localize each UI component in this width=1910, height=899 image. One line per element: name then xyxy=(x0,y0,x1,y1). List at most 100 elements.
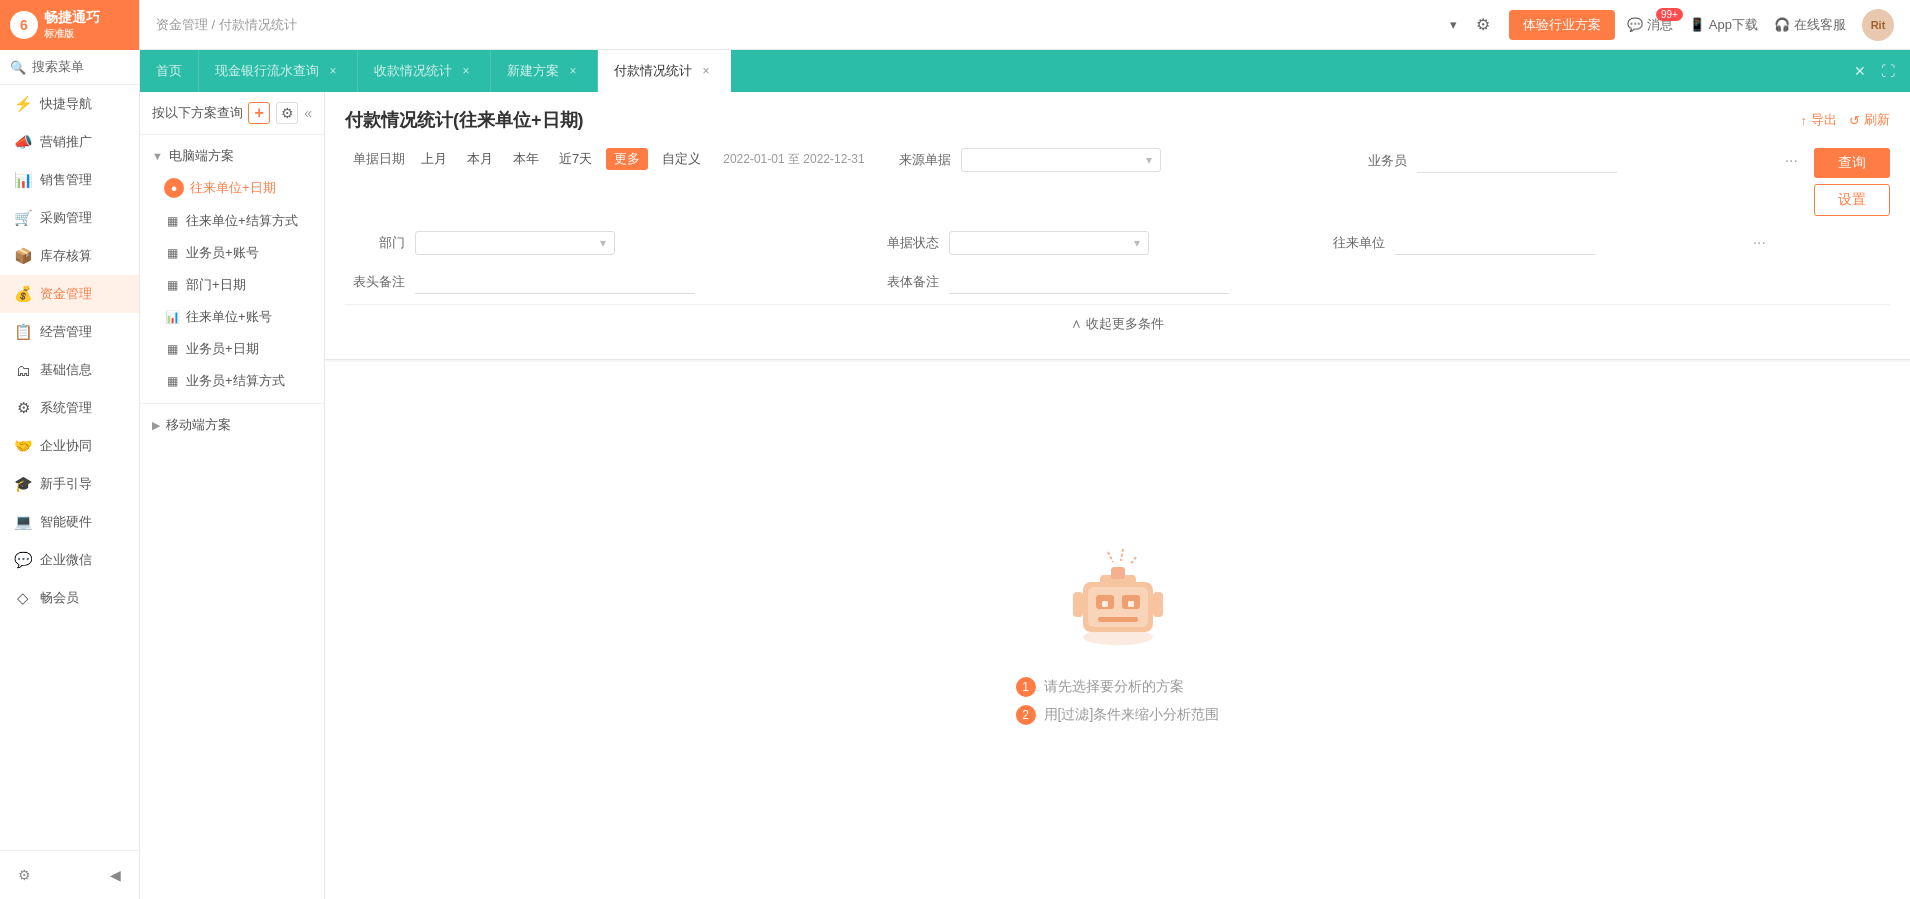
schema-item-unit-date[interactable]: ● 往来单位+日期 xyxy=(140,171,324,205)
schema-settings-btn[interactable]: ⚙ xyxy=(276,102,298,124)
tab-receipt-close[interactable]: × xyxy=(458,63,474,79)
message-icon: 💬 xyxy=(1627,17,1643,32)
sidebar-item-basic-info[interactable]: 🗂 基础信息 xyxy=(0,351,139,389)
logo-subtitle: 标准版 xyxy=(44,27,100,41)
bottom-collapse-btn[interactable]: ◀ xyxy=(101,861,129,889)
date-option-more[interactable]: 更多 xyxy=(606,148,648,170)
tab-new-plan-close[interactable]: × xyxy=(565,63,581,79)
date-option-custom[interactable]: 自定义 xyxy=(656,148,707,170)
export-btn[interactable]: ↑ 导出 xyxy=(1801,111,1838,129)
schema-item-staff-settlement[interactable]: ▦ 业务员+结算方式 xyxy=(140,365,324,397)
date-option-7days[interactable]: 近7天 xyxy=(553,148,598,170)
desktop-section-header[interactable]: ▼ 电脑端方案 xyxy=(140,141,324,171)
date-option-this-month[interactable]: 本月 xyxy=(461,148,499,170)
sales-icon: 📊 xyxy=(14,171,32,189)
staff-input[interactable] xyxy=(1417,149,1617,173)
sidebar-item-capital[interactable]: 💰 资金管理 xyxy=(0,275,139,313)
schema-icon: ▦ xyxy=(164,277,180,293)
source-select[interactable]: ▾ xyxy=(961,148,1161,172)
date-option-last-month[interactable]: 上月 xyxy=(415,148,453,170)
svg-rect-10 xyxy=(1073,592,1083,617)
marketing-icon: 📣 xyxy=(14,133,32,151)
schema-item-dept-date[interactable]: ▦ 部门+日期 xyxy=(140,269,324,301)
sidebar-item-member[interactable]: ◇ 畅会员 xyxy=(0,579,139,617)
partner-control xyxy=(1395,231,1749,255)
date-options: 上月 本月 本年 近7天 更多 自定义 xyxy=(415,148,707,170)
dept-select[interactable]: ▾ xyxy=(415,231,615,255)
sidebar-item-label: 新手引导 xyxy=(40,475,92,493)
refresh-btn[interactable]: ↺ 刷新 xyxy=(1849,111,1890,129)
app-label: App下载 xyxy=(1709,16,1758,34)
dept-control: ▾ xyxy=(415,231,879,255)
sidebar-item-sales[interactable]: 📊 销售管理 xyxy=(0,161,139,199)
sidebar-item-guide[interactable]: 🎓 新手引导 xyxy=(0,465,139,503)
schema-item-staff-date[interactable]: ▦ 业务员+日期 xyxy=(140,333,324,365)
collapse-more-btn[interactable]: ∧ 收起更多条件 xyxy=(345,304,1890,343)
sidebar-item-wechat[interactable]: 💬 企业微信 xyxy=(0,541,139,579)
service-btn[interactable]: 🎧 在线客服 xyxy=(1774,16,1846,34)
tabbar-actions: ✕ ⛶ xyxy=(1838,50,1910,92)
tab-receipt[interactable]: 收款情况统计 × xyxy=(358,50,491,92)
schema-item-label: 往来单位+结算方式 xyxy=(186,212,298,230)
tab-payment-close[interactable]: × xyxy=(698,63,714,79)
schema-item-label: 往来单位+日期 xyxy=(190,179,276,197)
schema-icon: ▦ xyxy=(164,245,180,261)
search-menu[interactable]: 🔍 搜索菜单 xyxy=(0,50,139,85)
tab-close-all-btn[interactable]: ✕ xyxy=(1848,59,1872,83)
wechat-icon: 💬 xyxy=(14,551,32,569)
tab-payment[interactable]: 付款情况统计 × xyxy=(598,50,731,92)
body-note-input[interactable] xyxy=(949,270,1229,294)
staff-control xyxy=(1417,149,1781,173)
sidebar-item-label: 企业协同 xyxy=(40,437,92,455)
doc-status-select[interactable]: ▾ xyxy=(949,231,1149,255)
topbar-settings-btn[interactable]: ⚙ xyxy=(1469,11,1497,39)
staff-label: 业务员 xyxy=(1347,152,1417,170)
schema-add-btn[interactable]: + xyxy=(248,102,270,124)
app-download-btn[interactable]: 📱 App下载 xyxy=(1689,16,1758,34)
sidebar-logo: 6 畅捷通巧 标准版 xyxy=(0,0,139,50)
date-option-this-year[interactable]: 本年 xyxy=(507,148,545,170)
sidebar-item-label: 采购管理 xyxy=(40,209,92,227)
bottom-settings-btn[interactable]: ⚙ xyxy=(10,861,38,889)
partner-more-btn[interactable]: ··· xyxy=(1749,230,1770,256)
tab-bank[interactable]: 现金银行流水查询 × xyxy=(199,50,358,92)
schema-panel-header: 按以下方案查询 + ⚙ « xyxy=(140,92,324,135)
partner-input[interactable] xyxy=(1395,231,1595,255)
mobile-section-header[interactable]: ▶ 移动端方案 xyxy=(140,410,324,440)
export-label: 导出 xyxy=(1811,111,1837,129)
sidebar-item-enterprise[interactable]: 🤝 企业协同 xyxy=(0,427,139,465)
filter-area: 付款情况统计(往来单位+日期) ↑ 导出 ↺ 刷新 xyxy=(325,92,1910,360)
sidebar-item-system[interactable]: ⚙ 系统管理 xyxy=(0,389,139,427)
sidebar-item-marketing[interactable]: 📣 营销推广 xyxy=(0,123,139,161)
sidebar-item-operation[interactable]: 📋 经营管理 xyxy=(0,313,139,351)
sidebar-item-quick-nav[interactable]: ⚡ 快捷导航 xyxy=(0,85,139,123)
empty-illustration xyxy=(1058,537,1178,657)
message-btn[interactable]: 💬 消息 99+ xyxy=(1627,16,1673,34)
head-note-input[interactable] xyxy=(415,270,695,294)
empty-tip-2: 2 用[过滤]条件来缩小分析范围 xyxy=(1016,705,1220,725)
schema-item-unit-settlement[interactable]: ▦ 往来单位+结算方式 xyxy=(140,205,324,237)
date-label: 单据日期 xyxy=(345,150,415,168)
logo-icon: 6 xyxy=(10,11,38,39)
tab-home[interactable]: 首页 xyxy=(140,50,199,92)
tab-bank-close[interactable]: × xyxy=(325,63,341,79)
schema-collapse-btn[interactable]: « xyxy=(304,105,312,121)
topbar-dropdown[interactable]: ▾ xyxy=(1450,17,1457,32)
sidebar-item-inventory[interactable]: 📦 库存核算 xyxy=(0,237,139,275)
staff-more-btn[interactable]: ··· xyxy=(1781,148,1802,174)
filter-panel: 付款情况统计(往来单位+日期) ↑ 导出 ↺ 刷新 xyxy=(325,92,1910,899)
settings-btn[interactable]: 设置 xyxy=(1814,184,1890,216)
query-btn[interactable]: 查询 xyxy=(1814,148,1890,178)
operation-icon: 📋 xyxy=(14,323,32,341)
sidebar-item-purchase[interactable]: 🛒 采购管理 xyxy=(0,199,139,237)
tab-new-plan[interactable]: 新建方案 × xyxy=(491,50,598,92)
user-avatar[interactable]: Rit xyxy=(1862,9,1894,41)
schema-item-unit-account[interactable]: 📊 往来单位+账号 xyxy=(140,301,324,333)
schema-item-staff-account[interactable]: ▦ 业务员+账号 xyxy=(140,237,324,269)
sidebar-item-hardware[interactable]: 💻 智能硬件 xyxy=(0,503,139,541)
sidebar-item-label: 企业微信 xyxy=(40,551,92,569)
tab-home-label: 首页 xyxy=(156,62,182,80)
trial-btn[interactable]: 体验行业方案 xyxy=(1509,10,1615,40)
head-note-label: 表头备注 xyxy=(345,273,415,291)
tab-expand-btn[interactable]: ⛶ xyxy=(1876,59,1900,83)
